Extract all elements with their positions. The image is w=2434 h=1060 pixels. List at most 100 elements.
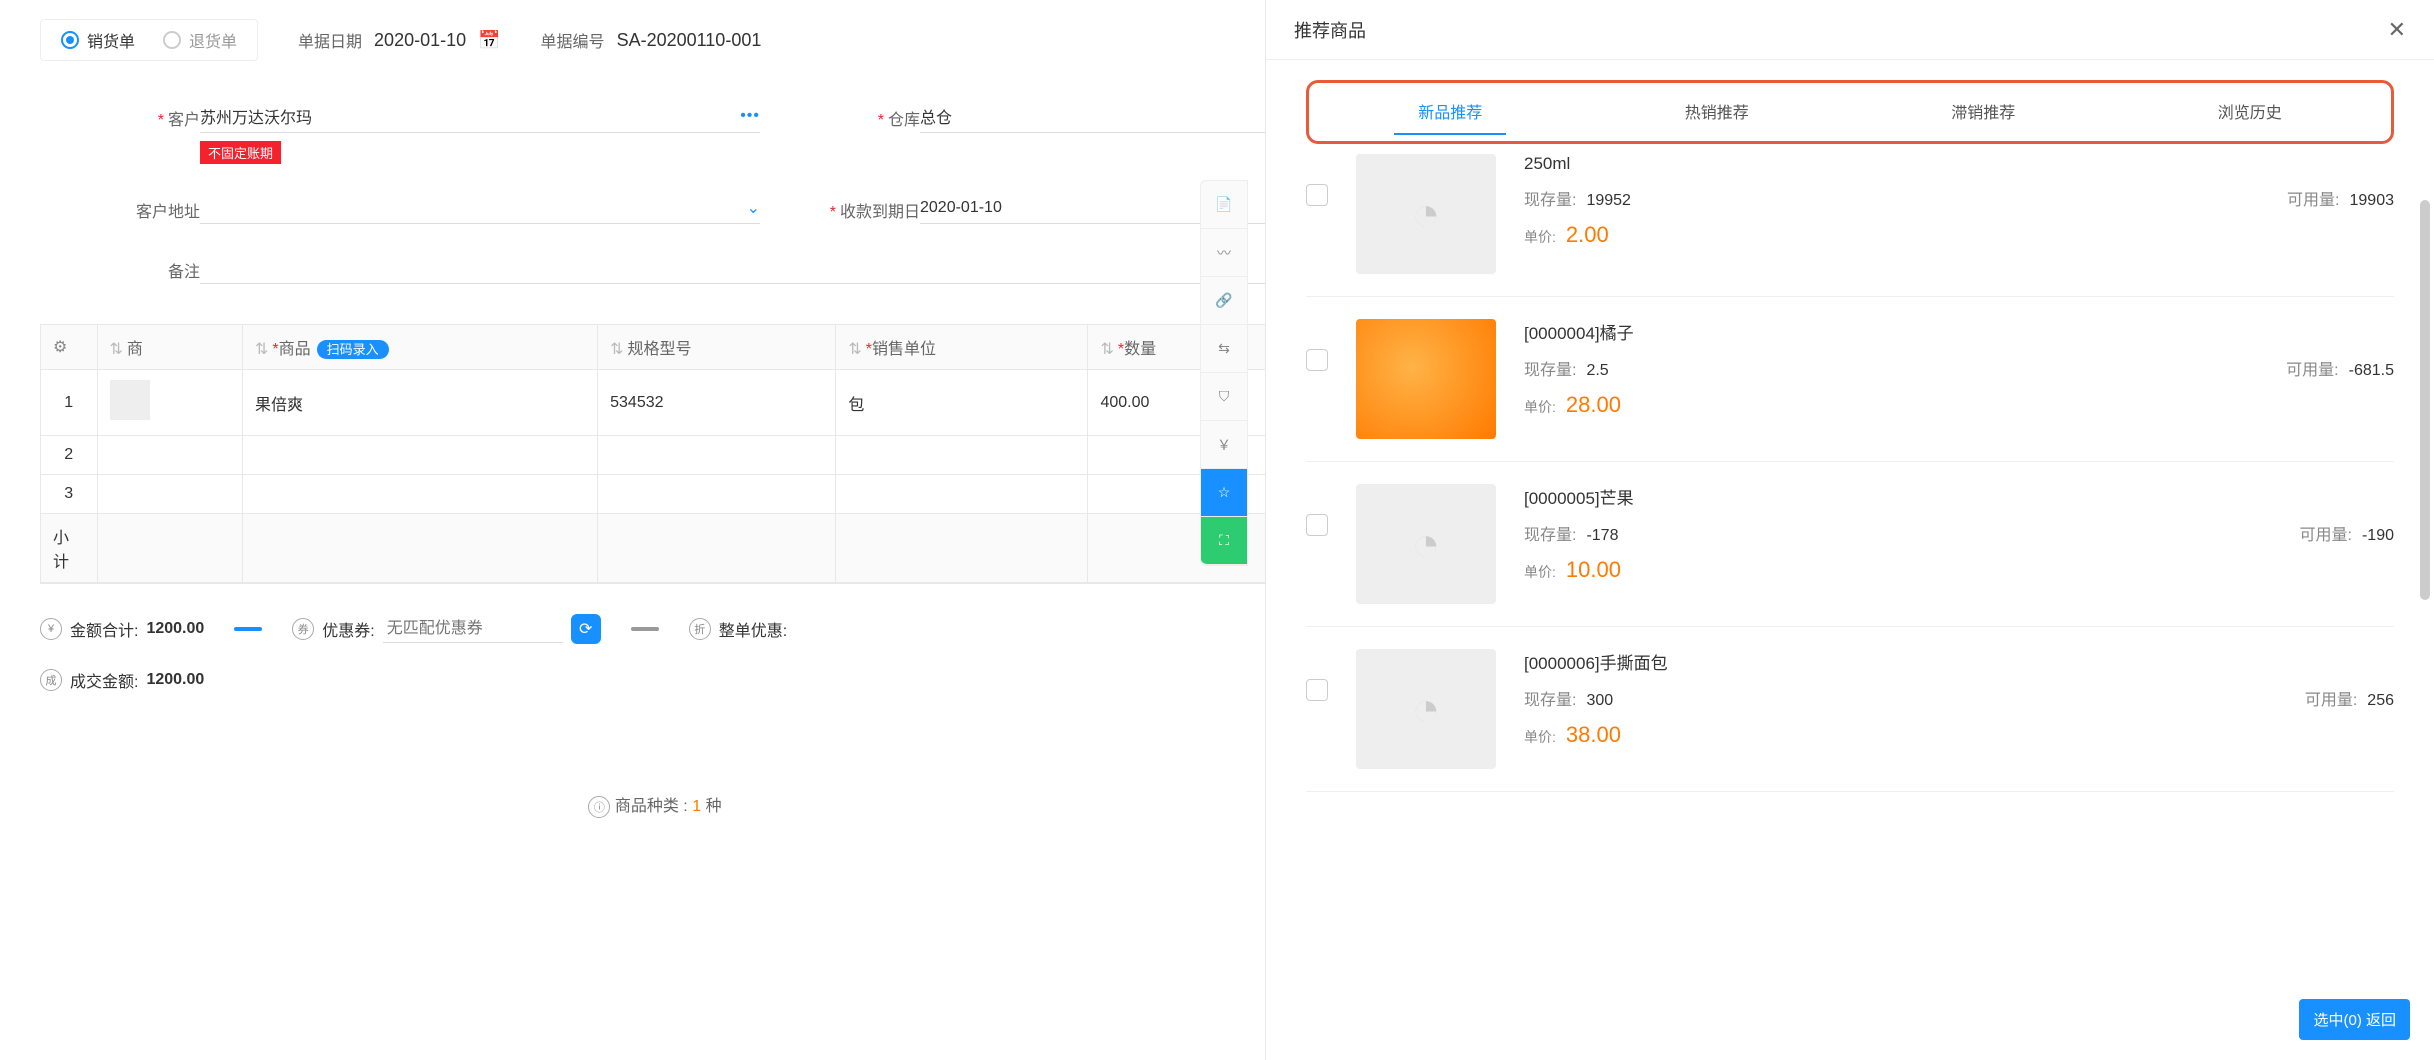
more-dots-icon[interactable]: ••• [740,107,760,125]
stock-value: 300 [1586,692,1613,709]
price-label: 单价: [1524,399,1556,415]
table-row[interactable]: 3 [41,475,1269,514]
gear-icon: ⚙ [53,339,67,356]
col-unit[interactable]: ⇅*销售单位 [836,325,1088,370]
avail-value: 19903 [2350,192,2395,209]
radio-sale-label: 销货单 [87,28,135,52]
refresh-coupon-button[interactable]: ⟳ [571,614,601,644]
due-date-label: 收款到期日 [840,204,920,221]
price-value: 38.00 [1566,722,1621,747]
items-table: ⚙ ⇅商 ⇅*商品扫码录入 ⇅规格型号 ⇅*销售单位 ⇅*数量 1 果倍爽534… [40,324,1270,584]
warehouse-input[interactable]: 总仓 [920,100,1270,133]
amount-label: 金额合计: [70,617,138,641]
customer-value: 苏州万达沃尔玛 [200,104,312,128]
doc-no-value: SA-20200110-001 [617,30,762,51]
table-row[interactable]: 1 果倍爽534532包400.00 [41,370,1269,436]
stock-value: 2.5 [1586,362,1608,379]
product-thumb [110,380,150,420]
price-label: 单价: [1524,564,1556,580]
remark-field: 备注 [40,252,1270,284]
stock-label: 现存量: [1524,362,1576,379]
price-value: 10.00 [1566,557,1621,582]
product-checkbox[interactable] [1306,679,1328,701]
kind-value: 1 [692,798,701,815]
due-date-value: 2020-01-10 [920,199,1002,217]
stock-label: 现存量: [1524,527,1576,544]
calendar-icon[interactable]: 📅 [478,30,500,51]
product-checkbox[interactable] [1306,514,1328,536]
tab-1[interactable]: 热销推荐 [1661,89,1773,135]
product-checkbox[interactable] [1306,184,1328,206]
account-period-badge: 不固定账期 [200,141,281,164]
rail-star-icon[interactable]: ☆ [1201,469,1247,517]
doc-date-field: 单据日期 2020-01-10 📅 [298,28,501,52]
radio-return-order[interactable]: 退货单 [163,28,237,52]
side-icon-rail: 📄 〰 🔗 ⇆ ⛉ ￥ ☆ ⛶ [1200,180,1248,566]
product-title: 250ml [1524,154,2394,174]
stock-label: 现存量: [1524,692,1576,709]
avail-value: -681.5 [2349,362,2394,379]
rail-link-icon[interactable]: 🔗 [1201,277,1247,325]
settings-column[interactable]: ⚙ [41,325,97,370]
bottom-summary: ⓘ 商品种类 : 1 种 [40,792,1270,818]
avail-label: 可用量: [2287,192,2339,209]
dash-icon [631,627,659,631]
avail-label: 可用量: [2305,692,2357,709]
price-label: 单价: [1524,229,1556,245]
rail-currency-icon[interactable]: ￥ [1201,421,1247,469]
totals-row: ¥金额合计: 1200.00 券优惠券: ⟳ 折整单优惠: [40,614,1270,644]
coupon-input[interactable] [383,616,563,643]
due-date-field: *收款到期日 2020-01-10 [760,192,1270,224]
avail-value: 256 [2367,692,2394,709]
col-spec[interactable]: ⇅规格型号 [598,325,836,370]
rail-chart-icon[interactable]: 〰 [1201,229,1247,277]
rail-shield-icon[interactable]: ⛉ [1201,373,1247,421]
recommend-tabs-highlight: 新品推荐 热销推荐 滞销推荐 浏览历史 [1306,80,2394,144]
discount-icon: 折 [689,618,711,640]
customer-input[interactable]: 苏州万达沃尔玛 ••• [200,100,760,133]
selected-return-button[interactable]: 选中(0) 返回 [2299,999,2410,1040]
stock-label: 现存量: [1524,192,1576,209]
customer-label: 客户 [168,112,200,129]
scrollbar[interactable] [2420,200,2430,600]
address-label: 客户地址 [136,204,200,221]
address-field: 客户地址 ⌄ [40,192,760,224]
doc-no-field: 单据编号 SA-20200110-001 [541,28,762,52]
rail-transfer-icon[interactable]: ⇆ [1201,325,1247,373]
recommend-title: 推荐商品 [1294,17,1366,43]
tab-2[interactable]: 滞销推荐 [1927,89,2039,135]
ticket-icon: 券 [292,618,314,640]
dash-icon [234,627,262,631]
scan-badge[interactable]: 扫码录入 [317,340,389,359]
product-checkbox[interactable] [1306,349,1328,371]
tab-3[interactable]: 浏览历史 [2194,89,2306,135]
radio-return-label: 退货单 [189,28,237,52]
customer-field: *客户 苏州万达沃尔玛 ••• 不固定账期 [40,100,760,164]
col-img[interactable]: ⇅商 [97,325,242,370]
table-row[interactable]: 2 [41,436,1269,475]
final-amount-label: 成交金额: [70,668,138,692]
product-image [1356,319,1496,439]
remark-input[interactable] [200,252,1270,284]
close-icon[interactable]: ✕ [2388,17,2406,43]
address-select[interactable]: ⌄ [200,192,760,224]
yen-icon: ¥ [40,618,62,640]
final-amount-value: 1200.00 [146,671,204,689]
coupon-label: 优惠券: [322,617,374,641]
product-title: [0000005]芒果 [1524,484,2394,509]
rail-expand-icon[interactable]: ⛶ [1201,517,1247,565]
doc-date-value[interactable]: 2020-01-10 [374,30,466,51]
tab-0[interactable]: 新品推荐 [1394,89,1506,135]
radio-checked-icon [61,31,79,49]
doc-date-label: 单据日期 [298,28,362,52]
radio-sale-order[interactable]: 销货单 [61,28,135,52]
warehouse-field: *仓库 总仓 [760,100,1270,164]
col-product[interactable]: ⇅*商品扫码录入 [242,325,597,370]
price-value: 28.00 [1566,392,1621,417]
product-image: ◔ [1356,649,1496,769]
doc-no-label: 单据编号 [541,28,605,52]
rail-doc-icon[interactable]: 📄 [1201,181,1247,229]
product-row: ◔ [0000006]手撕面包 现存量:300 可用量:256 单价:38.00 [1306,627,2394,792]
stock-value: -178 [1586,527,1618,544]
avail-label: 可用量: [2286,362,2338,379]
